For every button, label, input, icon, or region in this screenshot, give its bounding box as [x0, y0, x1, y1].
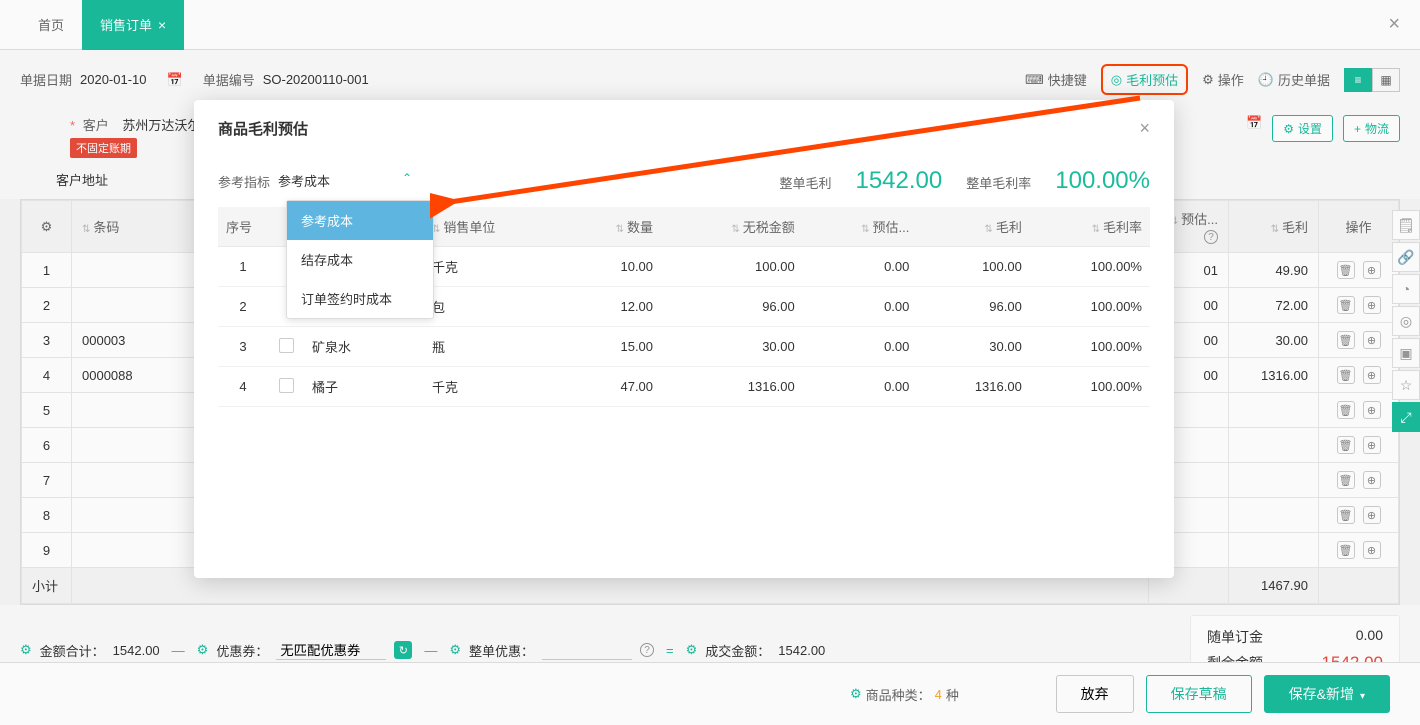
col-seq: 序号 — [218, 207, 268, 247]
amount-cell: 30.00 — [661, 327, 803, 367]
checkbox-cell[interactable] — [268, 367, 304, 407]
rate-cell: 100.00% — [1030, 287, 1150, 327]
profit-cell: 100.00 — [917, 247, 1029, 287]
unit-cell: 包 — [424, 287, 566, 327]
col-unit[interactable]: ⇅销售单位 — [424, 207, 566, 247]
rate-cell: 100.00% — [1030, 367, 1150, 407]
checkbox-cell[interactable] — [268, 327, 304, 367]
indicator-dropdown: 参考成本结存成本订单签约时成本 — [286, 200, 434, 319]
est-cell: 0.00 — [803, 327, 918, 367]
amount-cell: 96.00 — [661, 287, 803, 327]
profit-cell: 30.00 — [917, 327, 1029, 367]
col-profit[interactable]: ⇅毛利 — [917, 207, 1029, 247]
qty-cell: 47.00 — [566, 367, 661, 407]
total-profit-value: 1542.00 — [855, 167, 942, 195]
indicator-label: 参考指标 — [218, 172, 270, 191]
seq-cell: 1 — [218, 247, 268, 287]
profit-cell: 96.00 — [917, 287, 1029, 327]
dropdown-option[interactable]: 结存成本 — [287, 240, 433, 279]
seq-cell: 3 — [218, 327, 268, 367]
close-icon[interactable]: × — [1139, 118, 1150, 139]
qty-cell: 10.00 — [566, 247, 661, 287]
profit-modal: 商品毛利预估 × 参考指标 参考成本 ⌃ 整单毛利 1542.00 整单毛利率 … — [194, 100, 1174, 578]
col-qty[interactable]: ⇅数量 — [566, 207, 661, 247]
col-rate[interactable]: ⇅毛利率 — [1030, 207, 1150, 247]
checkbox[interactable] — [279, 338, 294, 353]
seq-cell: 4 — [218, 367, 268, 407]
profit-cell: 1316.00 — [917, 367, 1029, 407]
indicator-select[interactable]: 参考成本 ⌃ — [276, 169, 416, 193]
rate-cell: 100.00% — [1030, 247, 1150, 287]
unit-cell: 千克 — [424, 247, 566, 287]
name-cell: 橘子 — [304, 367, 424, 407]
col-amount[interactable]: ⇅无税金额 — [661, 207, 803, 247]
name-cell: 矿泉水 — [304, 327, 424, 367]
rate-cell: 100.00% — [1030, 327, 1150, 367]
modal-title: 商品毛利预估 — [218, 118, 308, 139]
amount-cell: 1316.00 — [661, 367, 803, 407]
unit-cell: 千克 — [424, 367, 566, 407]
table-row: 3 矿泉水 瓶 15.00 30.00 0.00 30.00 100.00% — [218, 327, 1150, 367]
chevron-up-icon: ⌃ — [402, 171, 412, 185]
seq-cell: 2 — [218, 287, 268, 327]
indicator-value: 参考成本 — [278, 174, 330, 189]
table-row: 4 橘子 千克 47.00 1316.00 0.00 1316.00 100.0… — [218, 367, 1150, 407]
total-rate-value: 100.00% — [1055, 167, 1150, 195]
qty-cell: 15.00 — [566, 327, 661, 367]
unit-cell: 瓶 — [424, 327, 566, 367]
col-est[interactable]: ⇅预估... — [803, 207, 918, 247]
amount-cell: 100.00 — [661, 247, 803, 287]
est-cell: 0.00 — [803, 287, 918, 327]
dropdown-option[interactable]: 订单签约时成本 — [287, 279, 433, 318]
total-rate-label: 整单毛利率 — [966, 173, 1031, 192]
dropdown-option[interactable]: 参考成本 — [287, 201, 433, 240]
est-cell: 0.00 — [803, 247, 918, 287]
qty-cell: 12.00 — [566, 287, 661, 327]
total-profit-label: 整单毛利 — [779, 173, 831, 192]
checkbox[interactable] — [279, 378, 294, 393]
est-cell: 0.00 — [803, 367, 918, 407]
